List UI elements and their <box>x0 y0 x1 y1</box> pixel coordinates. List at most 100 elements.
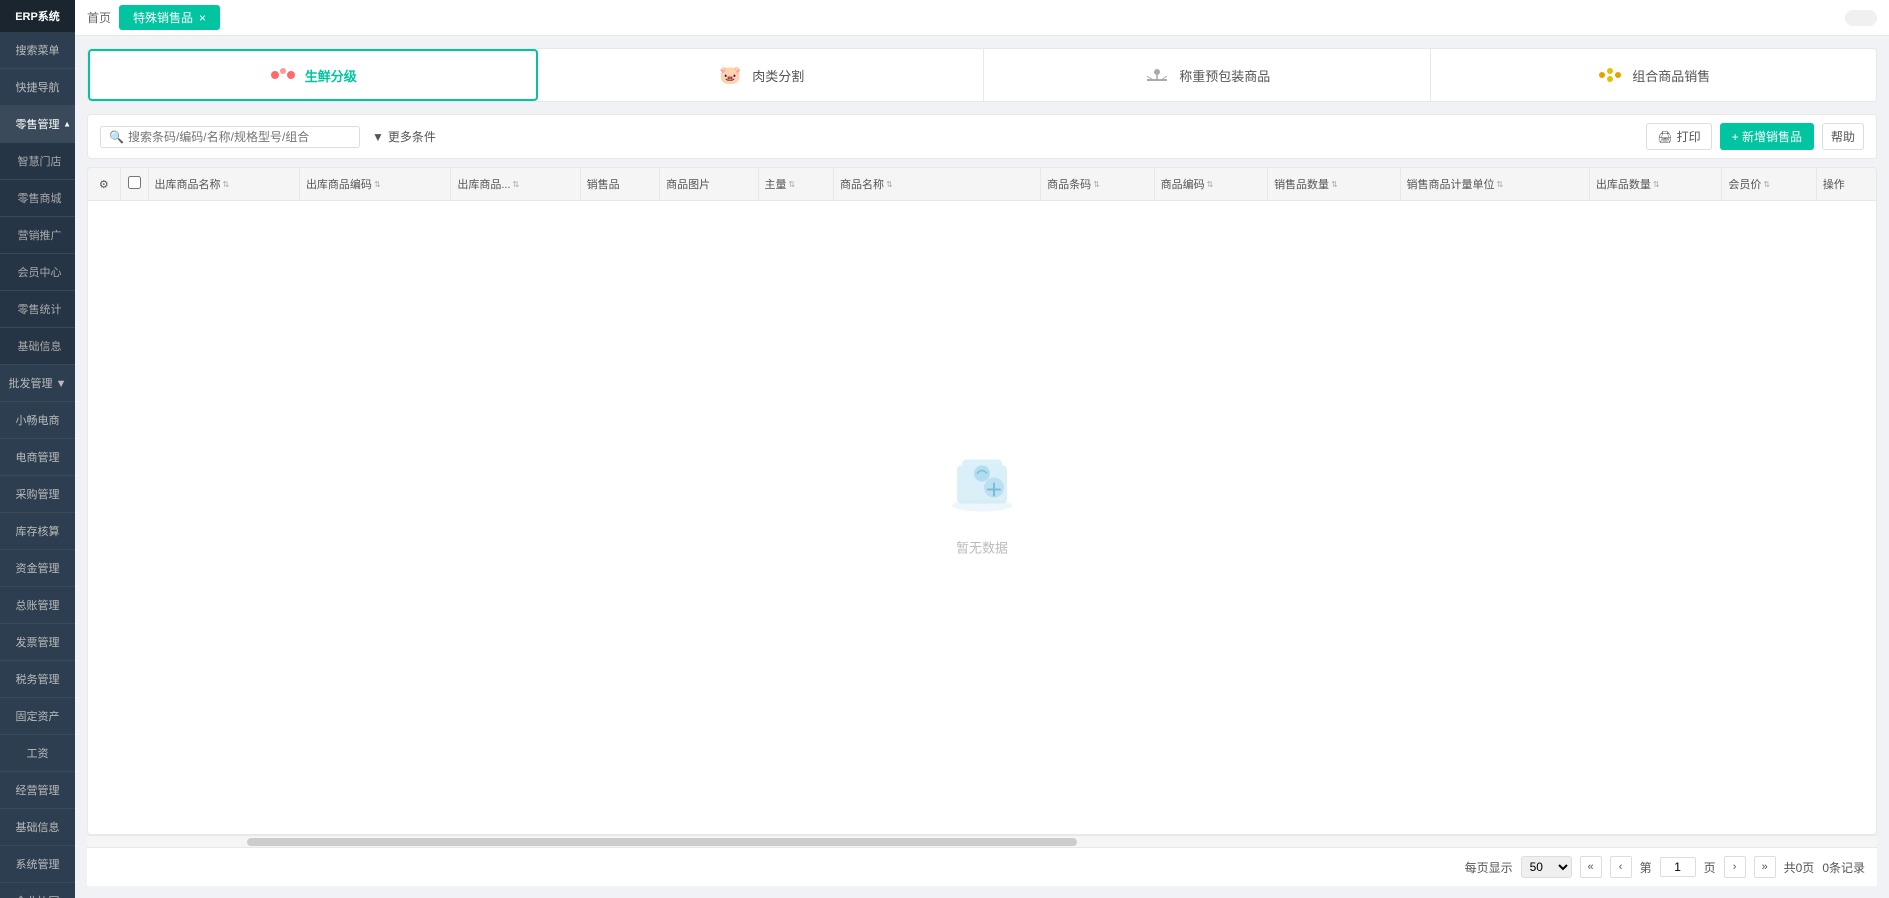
cat-tab-combo-label: 组合商品销售 <box>1632 66 1710 85</box>
cat-tab-meat-label: 肉类分割 <box>752 66 804 85</box>
last-page-button[interactable]: » <box>1754 856 1776 878</box>
sidebar-item-inventory[interactable]: 库存核算 <box>0 513 75 550</box>
page-label: 第 <box>1640 859 1652 876</box>
cat-tab-fresh[interactable]: 生鲜分级 <box>88 49 538 101</box>
th-gear[interactable]: ⚙ <box>88 168 120 201</box>
sidebar-item-quick-nav[interactable]: 快捷导航 <box>0 69 75 106</box>
empty-icon <box>942 446 1022 530</box>
sort-arrows-barcode: ⇅ <box>1093 180 1100 189</box>
sidebar-item-tax-mgmt[interactable]: 税务管理 <box>0 661 75 698</box>
sidebar-item-operations-mgmt[interactable]: 经营管理 <box>0 772 75 809</box>
sort-arrows-sale-unit: ⇅ <box>1497 180 1504 189</box>
empty-state: 暂无数据 <box>942 446 1022 557</box>
th-product-name[interactable]: 商品名称⇅ <box>833 168 1040 201</box>
sort-arrows-main-qty: ⇅ <box>789 180 796 189</box>
select-all-checkbox[interactable] <box>128 176 141 189</box>
fresh-tab-icon <box>269 65 297 85</box>
toolbar-right: 🖨 打印 + 新增销售品 帮助 <box>1646 123 1864 150</box>
search-icon: 🔍 <box>109 130 124 144</box>
sort-arrows-out-qty: ⇅ <box>1653 180 1660 189</box>
topbar-toggle[interactable] <box>1845 10 1877 26</box>
sidebar-item-wholesale-mgmt[interactable]: 批发管理 <box>0 365 75 402</box>
sort-arrows-product-name: ⇅ <box>886 180 893 189</box>
th-out-qty[interactable]: 出库品数量⇅ <box>1589 168 1721 201</box>
th-product-img: 商品图片 <box>660 168 758 201</box>
th-out-spec[interactable]: 出库商品...⇅ <box>451 168 580 201</box>
print-button[interactable]: 🖨 打印 <box>1646 123 1711 150</box>
data-table-wrapper: ⚙ 出库商品名称⇅ 出库商品编码⇅ 出库商品...⇅ <box>87 167 1877 835</box>
cat-tab-meat[interactable]: 🐷 肉类分割 <box>538 49 985 101</box>
sidebar-item-retail-stats[interactable]: 零售统计 <box>0 291 75 328</box>
sort-arrows-out-code: ⇅ <box>374 180 381 189</box>
next-page-button[interactable]: › <box>1724 856 1746 878</box>
home-link[interactable]: 首页 <box>87 9 111 26</box>
sidebar-item-member-center[interactable]: 会员中心 <box>0 254 75 291</box>
sort-arrows-sale-qty: ⇅ <box>1331 180 1338 189</box>
filter-button[interactable]: ▼ 更多条件 <box>372 128 436 145</box>
search-input[interactable] <box>128 130 348 144</box>
th-sale-qty[interactable]: 销售品数量⇅ <box>1268 168 1400 201</box>
close-tab-icon[interactable]: × <box>199 11 206 25</box>
sidebar-item-system-mgmt[interactable]: 系统管理 <box>0 846 75 883</box>
th-check[interactable] <box>120 168 148 201</box>
th-main-qty[interactable]: 主量⇅ <box>758 168 833 201</box>
cat-tab-weigh[interactable]: 称重预包装商品 <box>984 49 1431 101</box>
filter-label: 更多条件 <box>388 128 436 145</box>
pagination-bar: 每页显示 50 10 20 100 « ‹ 第 页 › » 共0页 0 <box>87 847 1877 886</box>
sort-arrows-out-name: ⇅ <box>223 180 230 189</box>
total-pages: 共0页 <box>1784 859 1815 876</box>
sidebar-item-basic-info2[interactable]: 基础信息 <box>0 809 75 846</box>
horizontal-scrollbar[interactable] <box>87 835 1877 847</box>
data-table: ⚙ 出库商品名称⇅ 出库商品编码⇅ 出库商品...⇅ <box>88 168 1876 201</box>
page-content: 生鲜分级 🐷 肉类分割 称重预包装商品 <box>75 36 1889 898</box>
topbar: 首页 特殊销售品 × <box>75 0 1889 36</box>
cat-tab-fresh-label: 生鲜分级 <box>305 66 357 85</box>
th-member-price[interactable]: 会员价⇅ <box>1722 168 1816 201</box>
topbar-right <box>1845 10 1877 26</box>
per-page-select[interactable]: 50 10 20 100 <box>1521 856 1572 878</box>
prev-page-button[interactable]: ‹ <box>1610 856 1632 878</box>
th-sale-unit[interactable]: 销售商品计量单位⇅ <box>1400 168 1589 201</box>
sort-arrows-member-price: ⇅ <box>1763 180 1770 189</box>
sidebar-item-enterprise-collab[interactable]: 企业协同 <box>0 883 75 898</box>
scrollbar-thumb[interactable] <box>247 838 1077 846</box>
sidebar-item-smart-store[interactable]: 智慧门店 <box>0 143 75 180</box>
sidebar-item-ecommerce[interactable]: 小畅电商 <box>0 402 75 439</box>
sidebar-item-purchase-mgmt[interactable]: 采购管理 <box>0 476 75 513</box>
sidebar-item-marketing[interactable]: 营销推广 <box>0 217 75 254</box>
sidebar-item-retail-mall[interactable]: 零售商城 <box>0 180 75 217</box>
active-tab[interactable]: 特殊销售品 × <box>119 5 220 30</box>
new-product-button[interactable]: + 新增销售品 <box>1720 123 1814 150</box>
sidebar-item-search-menu[interactable]: 搜索菜单 <box>0 32 75 69</box>
sidebar-item-basic-info1[interactable]: 基础信息 <box>0 328 75 365</box>
first-page-button[interactable]: « <box>1580 856 1602 878</box>
per-page-label: 每页显示 <box>1465 859 1513 876</box>
cat-tab-combo[interactable]: 组合商品销售 <box>1431 49 1877 101</box>
help-button[interactable]: 帮助 <box>1822 123 1864 150</box>
table-header: ⚙ 出库商品名称⇅ 出库商品编码⇅ 出库商品...⇅ <box>88 168 1876 201</box>
th-out-code[interactable]: 出库商品编码⇅ <box>299 168 450 201</box>
page-number-input[interactable] <box>1660 857 1696 877</box>
sidebar-item-finance-mgmt[interactable]: 资金管理 <box>0 550 75 587</box>
toolbar: 🔍 ▼ 更多条件 🖨 打印 + 新增销售品 帮助 <box>87 114 1877 159</box>
meat-tab-icon: 🐷 <box>716 65 744 85</box>
active-tab-label: 特殊销售品 <box>133 9 193 26</box>
weigh-tab-icon <box>1143 65 1171 85</box>
app-logo: ERP系统 <box>0 0 75 32</box>
sidebar-item-payroll[interactable]: 工资 <box>0 735 75 772</box>
sidebar-item-ecommerce-mgmt[interactable]: 电商管理 <box>0 439 75 476</box>
sidebar: ERP系统 搜索菜单 快捷导航 零售管理 智慧门店 零售商城 营销推广 会员中心… <box>0 0 75 898</box>
th-out-name[interactable]: 出库商品名称⇅ <box>148 168 299 201</box>
main-content: 首页 特殊销售品 × 生鲜分级 <box>75 0 1889 898</box>
th-product-code[interactable]: 商品编码⇅ <box>1154 168 1267 201</box>
sidebar-item-ledger-mgmt[interactable]: 总账管理 <box>0 587 75 624</box>
sidebar-item-fixed-assets[interactable]: 固定资产 <box>0 698 75 735</box>
sort-arrows-product-code: ⇅ <box>1207 180 1214 189</box>
combo-tab-icon <box>1596 65 1624 85</box>
sidebar-item-invoice-mgmt[interactable]: 发票管理 <box>0 624 75 661</box>
empty-text: 暂无数据 <box>942 538 1022 557</box>
sidebar-item-retail-mgmt[interactable]: 零售管理 <box>0 106 75 143</box>
total-records: 0条记录 <box>1822 859 1865 876</box>
search-box[interactable]: 🔍 <box>100 126 360 148</box>
th-barcode[interactable]: 商品条码⇅ <box>1041 168 1154 201</box>
